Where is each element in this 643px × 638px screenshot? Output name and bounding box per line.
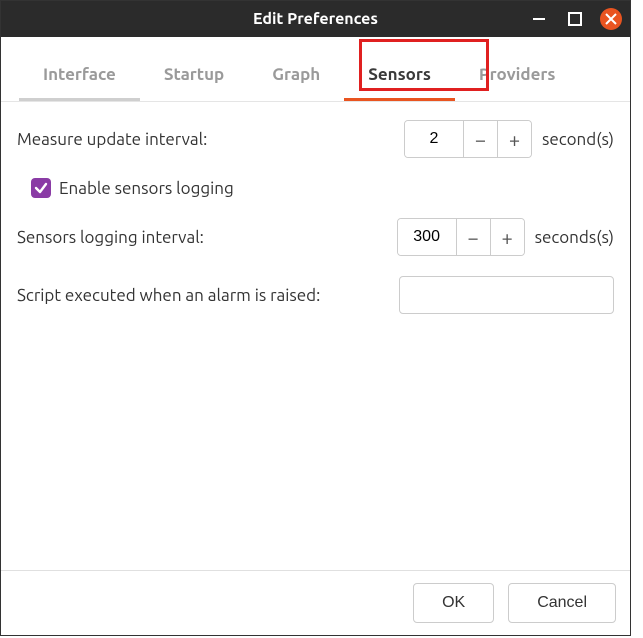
measure-interval-unit: second(s) (542, 130, 614, 149)
logging-increment-button[interactable]: + (490, 219, 524, 255)
tab-bar: Interface Startup Graph Sensors Provider… (1, 37, 630, 102)
checkmark-icon (34, 181, 48, 195)
logging-decrement-button[interactable]: − (456, 219, 490, 255)
preferences-dialog: Edit Preferences Interface Startup Graph… (0, 0, 631, 636)
ok-button[interactable]: OK (413, 583, 494, 623)
tab-providers[interactable]: Providers (455, 53, 579, 101)
minimize-button[interactable] (528, 8, 550, 30)
measure-interval-input[interactable] (405, 121, 463, 157)
titlebar: Edit Preferences (1, 1, 630, 37)
cancel-button[interactable]: Cancel (508, 583, 616, 623)
alarm-script-label: Script executed when an alarm is raised: (17, 286, 320, 305)
alarm-script-row: Script executed when an alarm is raised: (17, 276, 614, 314)
tab-content: Measure update interval: − + second(s) E… (1, 102, 630, 570)
logging-interval-spinner: − + (397, 218, 525, 256)
measure-interval-label: Measure update interval: (17, 130, 207, 149)
measure-interval-spinner: − + (404, 120, 532, 158)
enable-logging-row: Enable sensors logging (17, 178, 614, 198)
alarm-script-input[interactable] (399, 276, 614, 314)
measure-interval-row: Measure update interval: − + second(s) (17, 120, 614, 158)
close-button[interactable] (600, 8, 622, 30)
enable-logging-checkbox[interactable] (31, 178, 51, 198)
tab-graph[interactable]: Graph (248, 53, 344, 101)
maximize-button[interactable] (564, 8, 586, 30)
logging-interval-unit: seconds(s) (535, 228, 614, 247)
logging-interval-label: Sensors logging interval: (17, 228, 204, 247)
tab-interface[interactable]: Interface (19, 53, 140, 101)
measure-decrement-button[interactable]: − (463, 121, 497, 157)
close-icon (605, 13, 617, 25)
logging-interval-row: Sensors logging interval: − + seconds(s) (17, 218, 614, 256)
enable-logging-label: Enable sensors logging (59, 179, 234, 198)
logging-interval-input[interactable] (398, 219, 456, 255)
tab-startup[interactable]: Startup (140, 53, 248, 101)
tab-sensors[interactable]: Sensors (344, 53, 455, 101)
dialog-footer: OK Cancel (1, 570, 630, 635)
window-controls (528, 1, 622, 37)
measure-increment-button[interactable]: + (497, 121, 531, 157)
window-title: Edit Preferences (253, 10, 378, 28)
